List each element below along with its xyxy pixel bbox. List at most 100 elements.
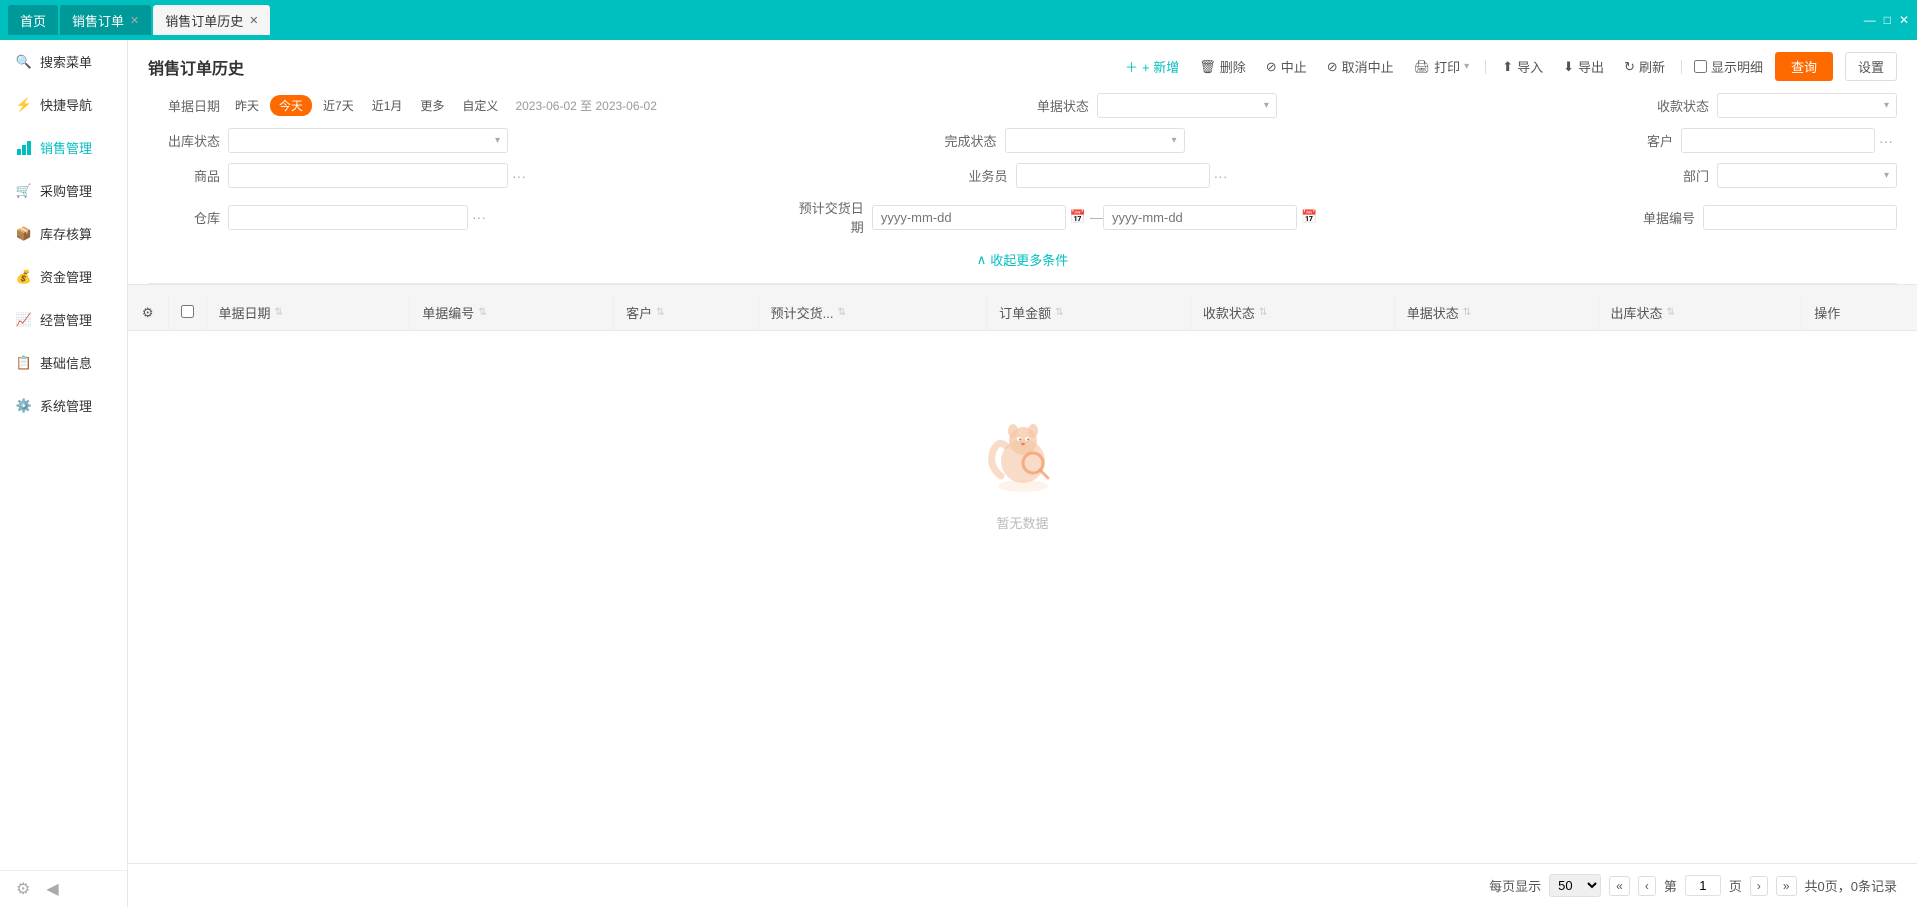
setting-button[interactable]: 设置 [1845, 52, 1897, 81]
print-arrow-icon: ▾ [1464, 61, 1469, 72]
refresh-button[interactable]: ↻ 刷新 [1620, 55, 1669, 78]
operations-icon: 📈 [16, 312, 32, 328]
next-page-btn[interactable]: › [1750, 876, 1768, 896]
stop-button[interactable]: ⊘ 中止 [1262, 55, 1311, 78]
first-page-btn[interactable]: « [1609, 876, 1630, 896]
th-order-amount-sort-icon: ⇅ [1055, 307, 1063, 318]
th-customer[interactable]: 客户 ⇅ [614, 295, 759, 331]
sidebar-item-sales-mgmt[interactable]: 销售管理 [0, 126, 127, 169]
display-detail-checkbox[interactable] [1694, 60, 1707, 73]
date-shortcut-7days[interactable]: 近7天 [316, 94, 361, 117]
expected-delivery-start[interactable] [872, 205, 1066, 230]
date-shortcut-today[interactable]: 今天 [270, 95, 312, 116]
th-expected-delivery[interactable]: 预计交货... ⇅ [758, 295, 986, 331]
tab-sales-order-history-close[interactable]: ✕ [249, 14, 258, 27]
date-shortcut-1month[interactable]: 近1月 [365, 94, 410, 117]
page-title-row: 销售订单历史 ＋ + 新增 🗑 删除 ⊘ 中止 ⊘ [148, 52, 1897, 81]
minimize-btn[interactable]: — [1864, 13, 1876, 27]
pagination-bar: 每页显示 10 20 50 100 « ‹ 第 页 › » 共0页，0条记录 [128, 863, 1917, 907]
close-btn[interactable]: ✕ [1899, 13, 1909, 27]
empty-state: 暂无数据 [128, 331, 1917, 612]
display-detail-checkbox-label[interactable]: 显示明细 [1694, 57, 1763, 76]
last-page-btn[interactable]: » [1776, 876, 1797, 896]
content: 销售订单历史 ＋ + 新增 🗑 删除 ⊘ 中止 ⊘ [128, 40, 1917, 907]
tab-sales-order-close[interactable]: ✕ [130, 14, 139, 27]
warehouse-label: 仓库 [148, 208, 228, 227]
th-order-status-sort-icon: ⇅ [1463, 307, 1471, 318]
maximize-btn[interactable]: □ [1884, 13, 1891, 27]
cancel-stop-button[interactable]: ⊘ 取消中止 [1323, 55, 1398, 78]
th-customer-sort-icon: ⇅ [656, 307, 664, 318]
order-number-input[interactable] [1703, 205, 1897, 230]
salesperson-ellipsis[interactable]: ··· [1210, 168, 1232, 184]
toolbar: ＋ + 新增 🗑 删除 ⊘ 中止 ⊘ 取消中止 [1121, 52, 1897, 81]
warehouse-ellipsis[interactable]: ··· [468, 209, 490, 225]
th-order-amount-label: 订单金额 [999, 303, 1051, 322]
salesperson-label: 业务员 [936, 166, 1016, 185]
add-button[interactable]: ＋ + 新增 [1121, 55, 1183, 78]
th-order-status[interactable]: 单据状态 ⇅ [1394, 295, 1598, 331]
date-shortcut-more[interactable]: 更多 [413, 94, 451, 117]
customer-ellipsis[interactable]: ··· [1875, 133, 1897, 149]
expected-delivery-end[interactable] [1103, 205, 1297, 230]
print-label: 打印 [1434, 57, 1460, 76]
payment-status-select[interactable] [1717, 93, 1897, 118]
th-date[interactable]: 单据日期 ⇅ [206, 295, 410, 331]
sidebar-item-quick-nav[interactable]: ⚡ 快捷导航 [0, 83, 127, 126]
page-size-label: 每页显示 [1489, 876, 1541, 895]
th-payment-status[interactable]: 收款状态 ⇅ [1190, 295, 1394, 331]
sidebar-item-system[interactable]: ⚙️ 系统管理 [0, 384, 127, 427]
query-button[interactable]: 查询 [1775, 52, 1833, 81]
sidebar-item-label-search-menu: 搜索菜单 [40, 52, 92, 71]
export-button[interactable]: ⬇ 导出 [1559, 55, 1608, 78]
th-number[interactable]: 单据编号 ⇅ [410, 295, 614, 331]
goods-input[interactable] [228, 163, 508, 188]
settings-th[interactable]: ⚙ [128, 295, 168, 331]
basic-info-icon: 📋 [16, 355, 32, 371]
salesperson-input[interactable] [1016, 163, 1210, 188]
delete-button[interactable]: 🗑 删除 [1195, 55, 1250, 78]
tab-sales-order-history-label: 销售订单历史 [165, 11, 243, 30]
delivery-status-select-wrap [228, 128, 508, 153]
warehouse-input[interactable] [228, 205, 468, 230]
collapse-arrow-icon: ∧ [977, 252, 987, 268]
tab-home[interactable]: 首页 [8, 5, 58, 35]
add-label: + 新增 [1142, 57, 1179, 76]
department-select[interactable] [1717, 163, 1897, 188]
sidebar-item-operations[interactable]: 📈 经营管理 [0, 298, 127, 341]
sidebar-settings-icon[interactable]: ⚙ [16, 879, 30, 899]
sidebar-item-basic-info[interactable]: 📋 基础信息 [0, 341, 127, 384]
th-order-amount[interactable]: 订单金额 ⇅ [987, 295, 1191, 331]
tab-sales-order-history[interactable]: 销售订单历史 ✕ [153, 5, 270, 35]
page-number-input[interactable] [1685, 875, 1721, 896]
checkbox-th[interactable] [168, 295, 206, 331]
empty-text: 暂无数据 [996, 513, 1048, 532]
sidebar-item-search-menu[interactable]: 🔍 搜索菜单 [0, 40, 127, 83]
sidebar-collapse-icon[interactable]: ◀ [46, 879, 58, 899]
goods-ellipsis[interactable]: ··· [508, 168, 530, 184]
table-settings-icon[interactable]: ⚙ [142, 305, 154, 320]
calendar-start-icon[interactable]: 📅 [1066, 209, 1090, 225]
filter-row-1: 单据日期 昨天 今天 近7天 近1月 更多 自定义 2023-06-02 至 2… [148, 93, 1897, 118]
th-action-label: 操作 [1814, 306, 1840, 321]
date-shortcut-yesterday[interactable]: 昨天 [228, 94, 266, 117]
delivery-status-select[interactable] [228, 128, 508, 153]
calendar-end-icon[interactable]: 📅 [1297, 209, 1321, 225]
prev-page-btn[interactable]: ‹ [1638, 876, 1656, 896]
sidebar-item-inventory[interactable]: 📦 库存核算 [0, 212, 127, 255]
tab-sales-order[interactable]: 销售订单 ✕ [60, 5, 151, 35]
collapse-row[interactable]: ∧ 收起更多条件 [148, 246, 1897, 273]
order-status-select[interactable] [1097, 93, 1277, 118]
sidebar-item-purchase-mgmt[interactable]: 🛒 采购管理 [0, 169, 127, 212]
completion-status-select[interactable] [1005, 128, 1185, 153]
import-button[interactable]: ⬆ 导入 [1498, 55, 1547, 78]
page-size-select[interactable]: 10 20 50 100 [1549, 874, 1601, 897]
select-all-checkbox[interactable] [181, 305, 194, 318]
customer-input[interactable] [1681, 128, 1875, 153]
sidebar-item-finance[interactable]: 💰 资金管理 [0, 255, 127, 298]
th-delivery-status[interactable]: 出库状态 ⇅ [1598, 295, 1802, 331]
date-shortcut-custom[interactable]: 自定义 [455, 94, 505, 117]
completion-status-select-wrap [1005, 128, 1185, 153]
top-bar: 首页 销售订单 ✕ 销售订单历史 ✕ — □ ✕ [0, 0, 1917, 40]
print-button[interactable]: 🖨 打印 ▾ [1410, 55, 1474, 78]
